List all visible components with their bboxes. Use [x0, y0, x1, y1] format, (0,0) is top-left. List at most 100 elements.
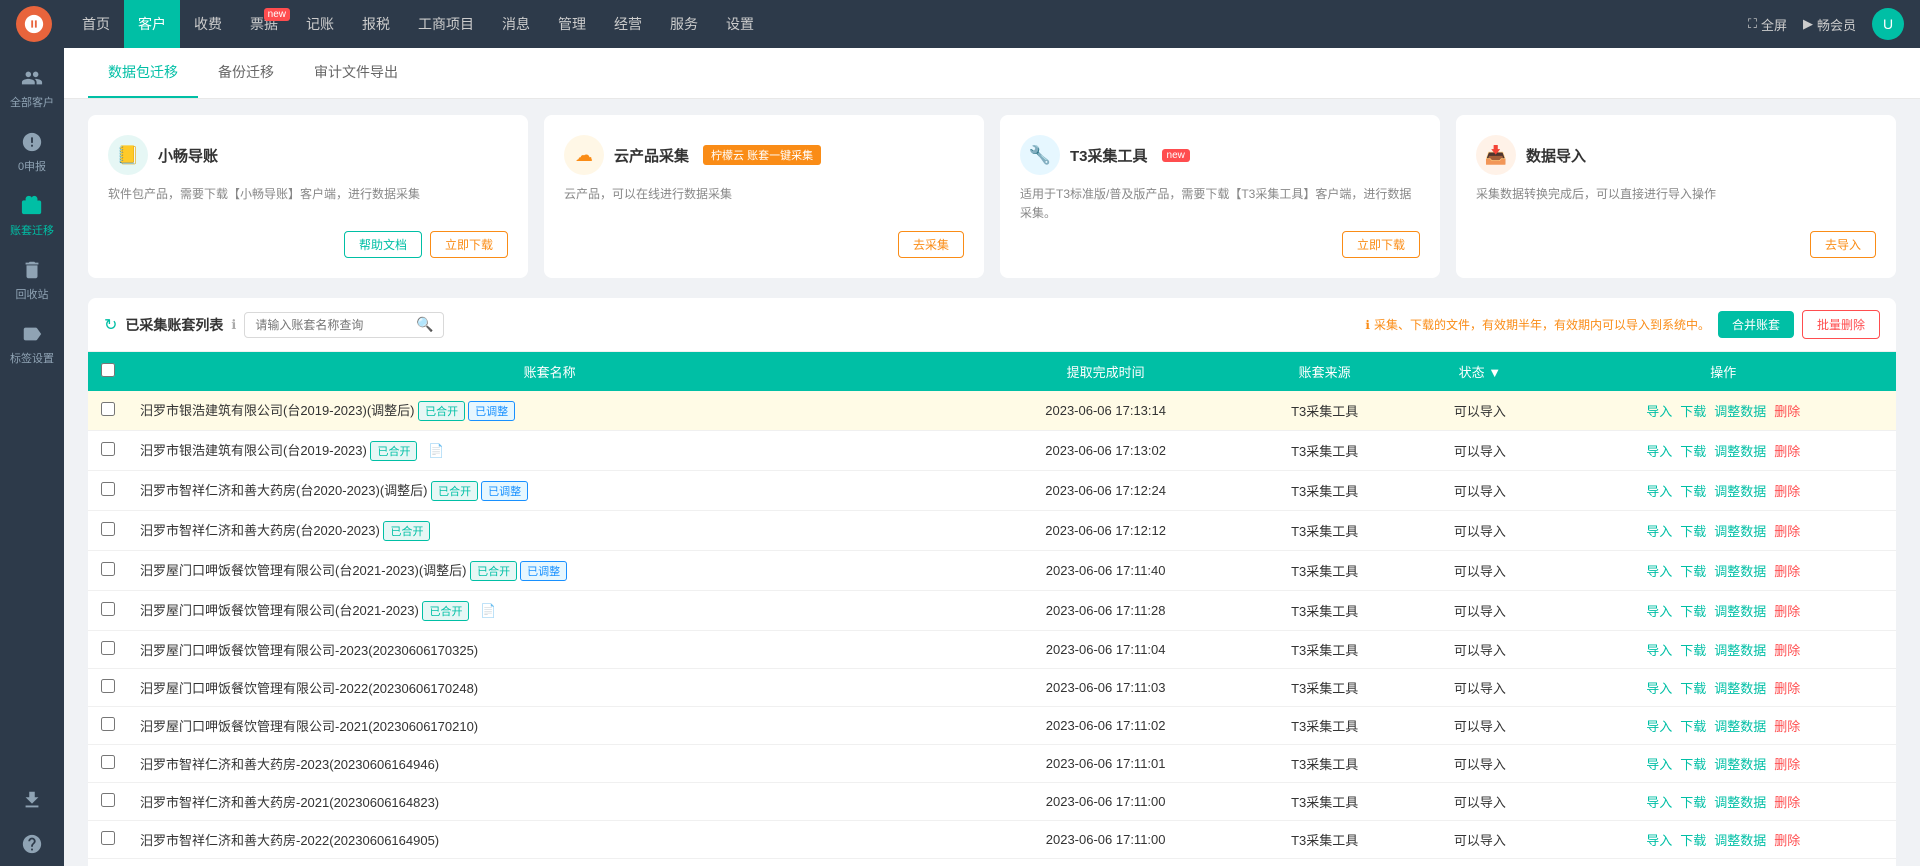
cell-checkbox[interactable]	[88, 511, 128, 551]
action-btn-下载[interactable]: 下载	[1676, 441, 1710, 460]
action-btn-导入[interactable]: 导入	[1642, 678, 1676, 697]
batch-delete-btn[interactable]: 批量删除	[1802, 310, 1880, 339]
sidebar-item-all-customers[interactable]: 全部客户	[0, 56, 64, 120]
action-btn-下载[interactable]: 下载	[1676, 716, 1710, 735]
row-checkbox[interactable]	[101, 641, 115, 655]
action-btn-导入[interactable]: 导入	[1642, 640, 1676, 659]
nav-fee[interactable]: 收费	[180, 0, 236, 48]
row-checkbox[interactable]	[101, 602, 115, 616]
action-btn-删除[interactable]: 删除	[1770, 716, 1804, 735]
file-icon[interactable]: 📄	[480, 603, 496, 618]
action-btn-删除[interactable]: 删除	[1770, 754, 1804, 773]
nav-bookkeeping[interactable]: 记账	[292, 0, 348, 48]
action-btn-下载[interactable]: 下载	[1676, 640, 1710, 659]
cell-checkbox[interactable]	[88, 669, 128, 707]
row-checkbox[interactable]	[101, 562, 115, 576]
action-btn-删除[interactable]: 删除	[1770, 792, 1804, 811]
action-btn-调整数据[interactable]: 调整数据	[1710, 481, 1770, 500]
cell-checkbox[interactable]	[88, 783, 128, 821]
download-now-btn-1[interactable]: 立即下载	[430, 231, 508, 258]
select-all-checkbox[interactable]	[101, 363, 115, 377]
sidebar-item-tag-settings[interactable]: 标签设置	[0, 312, 64, 376]
sidebar-item-help[interactable]	[20, 822, 44, 866]
member-btn[interactable]: ▶ 畅会员	[1803, 15, 1856, 34]
nav-service[interactable]: 服务	[656, 0, 712, 48]
action-btn-调整数据[interactable]: 调整数据	[1710, 601, 1770, 620]
refresh-icon[interactable]: ↻	[104, 315, 117, 335]
action-btn-删除[interactable]: 删除	[1770, 678, 1804, 697]
action-btn-下载[interactable]: 下载	[1676, 521, 1710, 540]
nav-home[interactable]: 首页	[68, 0, 124, 48]
row-checkbox[interactable]	[101, 482, 115, 496]
action-btn-调整数据[interactable]: 调整数据	[1710, 830, 1770, 849]
nav-invoice[interactable]: 票据new	[236, 0, 292, 48]
go-import-btn[interactable]: 去导入	[1810, 231, 1876, 258]
fullscreen-btn[interactable]: ⛶ 全屏	[1748, 15, 1787, 34]
merge-account-btn[interactable]: 合并账套	[1718, 311, 1794, 338]
action-btn-导入[interactable]: 导入	[1642, 441, 1676, 460]
cell-checkbox[interactable]	[88, 745, 128, 783]
action-btn-删除[interactable]: 删除	[1770, 481, 1804, 500]
row-checkbox[interactable]	[101, 522, 115, 536]
action-btn-导入[interactable]: 导入	[1642, 601, 1676, 620]
nav-business[interactable]: 工商项目	[404, 0, 488, 48]
cell-checkbox[interactable]	[88, 821, 128, 859]
row-checkbox[interactable]	[101, 679, 115, 693]
action-btn-删除[interactable]: 删除	[1770, 830, 1804, 849]
cell-checkbox[interactable]	[88, 631, 128, 669]
th-status[interactable]: 状态 ▼	[1409, 352, 1550, 391]
tab-data-migrate[interactable]: 数据包迁移	[88, 48, 198, 98]
action-btn-删除[interactable]: 删除	[1770, 561, 1804, 580]
row-checkbox[interactable]	[101, 442, 115, 456]
sidebar-item-zero-declare[interactable]: 0申报	[0, 120, 64, 184]
search-button[interactable]: 🔍	[416, 316, 433, 333]
action-btn-删除[interactable]: 删除	[1770, 601, 1804, 620]
action-btn-调整数据[interactable]: 调整数据	[1710, 716, 1770, 735]
action-btn-删除[interactable]: 删除	[1770, 521, 1804, 540]
help-doc-btn[interactable]: 帮助文档	[344, 231, 422, 258]
cell-checkbox[interactable]	[88, 431, 128, 471]
action-btn-导入[interactable]: 导入	[1642, 792, 1676, 811]
row-checkbox[interactable]	[101, 793, 115, 807]
user-avatar[interactable]: U	[1872, 8, 1904, 40]
action-btn-导入[interactable]: 导入	[1642, 481, 1676, 500]
action-btn-删除[interactable]: 删除	[1770, 401, 1804, 420]
download-now-btn-2[interactable]: 立即下载	[1342, 231, 1420, 258]
app-logo[interactable]	[16, 6, 52, 42]
row-checkbox[interactable]	[101, 717, 115, 731]
cell-checkbox[interactable]	[88, 859, 128, 866]
action-btn-导入[interactable]: 导入	[1642, 830, 1676, 849]
action-btn-调整数据[interactable]: 调整数据	[1710, 441, 1770, 460]
action-btn-导入[interactable]: 导入	[1642, 401, 1676, 420]
search-input[interactable]	[244, 312, 444, 338]
nav-manage[interactable]: 管理	[544, 0, 600, 48]
cell-checkbox[interactable]	[88, 391, 128, 431]
action-btn-调整数据[interactable]: 调整数据	[1710, 401, 1770, 420]
nav-customer[interactable]: 客户	[124, 0, 180, 48]
action-btn-导入[interactable]: 导入	[1642, 521, 1676, 540]
action-btn-下载[interactable]: 下载	[1676, 678, 1710, 697]
action-btn-下载[interactable]: 下载	[1676, 792, 1710, 811]
help-circle-icon[interactable]: ℹ	[231, 317, 236, 333]
tab-backup-migrate[interactable]: 备份迁移	[198, 48, 294, 98]
sidebar-item-download[interactable]	[20, 778, 44, 822]
row-checkbox[interactable]	[101, 831, 115, 845]
row-checkbox[interactable]	[101, 755, 115, 769]
tab-audit-export[interactable]: 审计文件导出	[294, 48, 418, 98]
action-btn-删除[interactable]: 删除	[1770, 640, 1804, 659]
action-btn-下载[interactable]: 下载	[1676, 401, 1710, 420]
cell-checkbox[interactable]	[88, 551, 128, 591]
cell-checkbox[interactable]	[88, 471, 128, 511]
action-btn-导入[interactable]: 导入	[1642, 561, 1676, 580]
action-btn-调整数据[interactable]: 调整数据	[1710, 792, 1770, 811]
action-btn-下载[interactable]: 下载	[1676, 601, 1710, 620]
action-btn-调整数据[interactable]: 调整数据	[1710, 561, 1770, 580]
action-btn-下载[interactable]: 下载	[1676, 481, 1710, 500]
cell-checkbox[interactable]	[88, 591, 128, 631]
action-btn-导入[interactable]: 导入	[1642, 716, 1676, 735]
action-btn-下载[interactable]: 下载	[1676, 754, 1710, 773]
sidebar-item-recycle[interactable]: 回收站	[0, 248, 64, 312]
action-btn-调整数据[interactable]: 调整数据	[1710, 640, 1770, 659]
action-btn-调整数据[interactable]: 调整数据	[1710, 521, 1770, 540]
action-btn-调整数据[interactable]: 调整数据	[1710, 754, 1770, 773]
